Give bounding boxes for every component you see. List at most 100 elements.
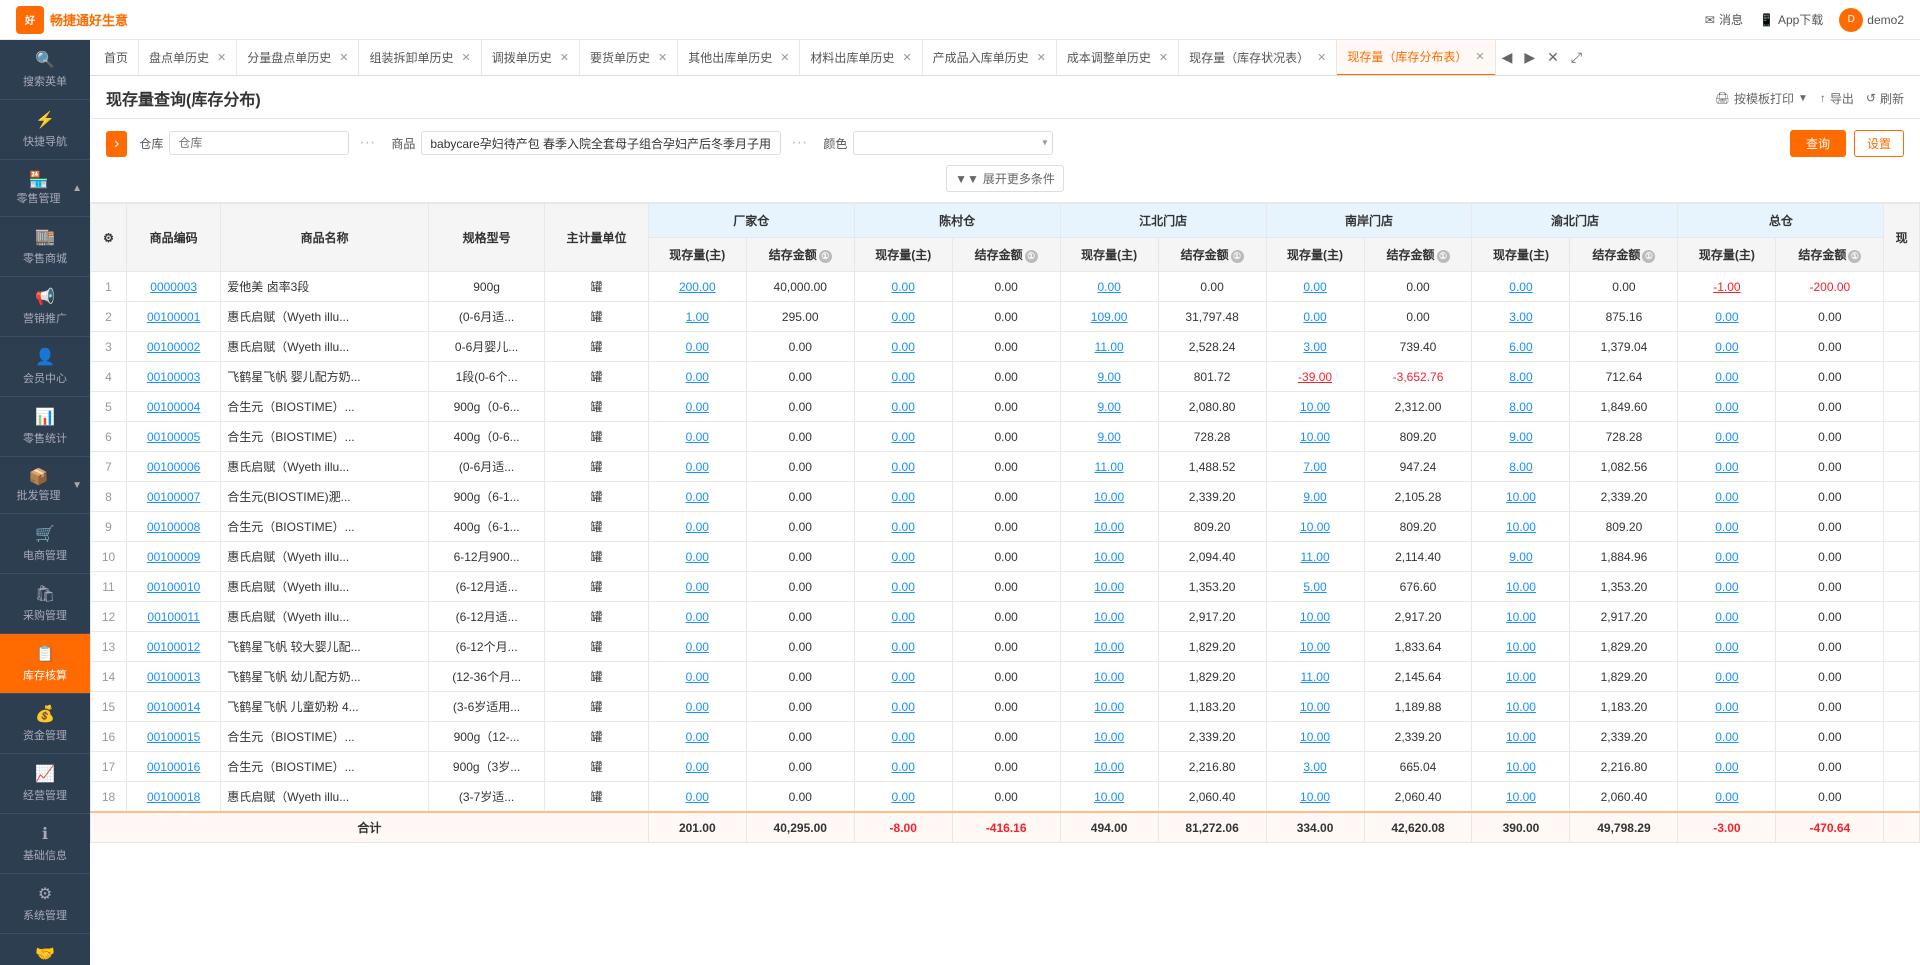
- row-total-qty-4[interactable]: 0.00: [1678, 392, 1776, 422]
- tab-transfer[interactable]: 调拨单历史 ✕: [482, 40, 580, 76]
- row-code-0[interactable]: 0000003: [127, 272, 221, 302]
- row-chenshi-qty-17[interactable]: 0.00: [854, 782, 952, 813]
- row-code-17[interactable]: 00100018: [127, 782, 221, 813]
- row-jiangbei-qty-15[interactable]: 10.00: [1060, 722, 1158, 752]
- row-jiangbei-qty-4[interactable]: 9.00: [1060, 392, 1158, 422]
- row-factory-qty-0[interactable]: 200.00: [648, 272, 746, 302]
- row-chenshi-qty-6[interactable]: 0.00: [854, 452, 952, 482]
- row-yubeimen-qty-8[interactable]: 10.00: [1472, 512, 1570, 542]
- row-nanan-qty-15[interactable]: 10.00: [1266, 722, 1364, 752]
- row-code-16[interactable]: 00100016: [127, 752, 221, 782]
- row-nanan-qty-12[interactable]: 10.00: [1266, 632, 1364, 662]
- sidebar-item-business[interactable]: 📈 经营管理: [0, 754, 90, 814]
- row-total-qty-9[interactable]: 0.00: [1678, 542, 1776, 572]
- tab-nav-close-all[interactable]: ✕: [1541, 49, 1565, 66]
- row-yubeimen-qty-5[interactable]: 9.00: [1472, 422, 1570, 452]
- row-factory-qty-11[interactable]: 0.00: [648, 602, 746, 632]
- tab-other-out-close[interactable]: ✕: [780, 51, 789, 64]
- tab-cost-adjust[interactable]: 成本调整单历史 ✕: [1057, 40, 1179, 76]
- row-factory-qty-2[interactable]: 0.00: [648, 332, 746, 362]
- table-wrap[interactable]: ⚙ 商品编码 商品名称 规格型号 主计量单位 厂家仓 陈村仓 江北门店 南岸门店…: [90, 203, 1920, 965]
- jiangbei-amt-info[interactable]: ①: [1231, 250, 1244, 263]
- row-nanan-qty-17[interactable]: 10.00: [1266, 782, 1364, 813]
- row-total-qty-2[interactable]: 0.00: [1678, 332, 1776, 362]
- row-total-qty-0[interactable]: -1.00: [1678, 272, 1776, 302]
- row-factory-qty-5[interactable]: 0.00: [648, 422, 746, 452]
- chenshi-amt-info[interactable]: ①: [1025, 250, 1038, 263]
- row-chenshi-qty-8[interactable]: 0.00: [854, 512, 952, 542]
- tab-material-out-close[interactable]: ✕: [902, 51, 911, 64]
- row-chenshi-qty-9[interactable]: 0.00: [854, 542, 952, 572]
- tab-assemble-close[interactable]: ✕: [462, 51, 471, 64]
- tab-dist-stocktake[interactable]: 分量盘点单历史 ✕: [237, 40, 359, 76]
- row-total-qty-14[interactable]: 0.00: [1678, 692, 1776, 722]
- tab-requisition[interactable]: 要货单历史 ✕: [580, 40, 678, 76]
- row-jiangbei-qty-9[interactable]: 10.00: [1060, 542, 1158, 572]
- row-yubeimen-qty-10[interactable]: 10.00: [1472, 572, 1570, 602]
- warehouse-input[interactable]: [169, 131, 349, 155]
- tab-stock-dist-close[interactable]: ✕: [1475, 50, 1484, 63]
- messages-btn[interactable]: ✉ 消息: [1705, 11, 1743, 28]
- row-chenshi-qty-7[interactable]: 0.00: [854, 482, 952, 512]
- tab-transfer-close[interactable]: ✕: [560, 51, 569, 64]
- sidebar-item-wholesale[interactable]: 📦 批发管理 ▼: [0, 457, 90, 514]
- tab-product-in-close[interactable]: ✕: [1037, 51, 1046, 64]
- row-nanan-qty-16[interactable]: 3.00: [1266, 752, 1364, 782]
- sidebar-item-finance[interactable]: 💰 资金管理: [0, 694, 90, 754]
- refresh-btn[interactable]: ↺ 刷新: [1866, 90, 1904, 107]
- row-chenshi-qty-15[interactable]: 0.00: [854, 722, 952, 752]
- row-jiangbei-qty-16[interactable]: 10.00: [1060, 752, 1158, 782]
- row-jiangbei-qty-12[interactable]: 10.00: [1060, 632, 1158, 662]
- row-total-qty-15[interactable]: 0.00: [1678, 722, 1776, 752]
- row-factory-qty-12[interactable]: 0.00: [648, 632, 746, 662]
- query-btn[interactable]: 查询: [1790, 130, 1846, 157]
- tab-stock-dist[interactable]: 现存量（库存分布表） ✕: [1337, 40, 1495, 76]
- row-yubeimen-qty-15[interactable]: 10.00: [1472, 722, 1570, 752]
- tab-stock-status[interactable]: 现存量（库存状况表） ✕: [1179, 40, 1337, 76]
- row-jiangbei-qty-17[interactable]: 10.00: [1060, 782, 1158, 813]
- row-chenshi-qty-3[interactable]: 0.00: [854, 362, 952, 392]
- row-total-qty-17[interactable]: 0.00: [1678, 782, 1776, 813]
- row-factory-qty-3[interactable]: 0.00: [648, 362, 746, 392]
- row-total-qty-12[interactable]: 0.00: [1678, 632, 1776, 662]
- row-factory-qty-1[interactable]: 1.00: [648, 302, 746, 332]
- sidebar-item-marketing[interactable]: 📢 营销推广: [0, 277, 90, 337]
- row-nanan-qty-5[interactable]: 10.00: [1266, 422, 1364, 452]
- row-nanan-qty-1[interactable]: 0.00: [1266, 302, 1364, 332]
- row-code-15[interactable]: 00100015: [127, 722, 221, 752]
- row-nanan-qty-10[interactable]: 5.00: [1266, 572, 1364, 602]
- row-chenshi-qty-11[interactable]: 0.00: [854, 602, 952, 632]
- print-btn[interactable]: 🖨 按模板打印 ▼: [1715, 90, 1808, 107]
- row-yubeimen-qty-13[interactable]: 10.00: [1472, 662, 1570, 692]
- expand-conditions-btn[interactable]: ▼▼ 展开更多条件: [946, 165, 1064, 192]
- tab-requisition-close[interactable]: ✕: [658, 51, 667, 64]
- row-jiangbei-qty-5[interactable]: 9.00: [1060, 422, 1158, 452]
- row-jiangbei-qty-14[interactable]: 10.00: [1060, 692, 1158, 722]
- tab-material-out[interactable]: 材料出库单历史 ✕: [800, 40, 922, 76]
- tab-stock-status-close[interactable]: ✕: [1317, 51, 1326, 64]
- product-input[interactable]: [421, 131, 781, 155]
- row-total-qty-13[interactable]: 0.00: [1678, 662, 1776, 692]
- row-yubeimen-qty-12[interactable]: 10.00: [1472, 632, 1570, 662]
- warehouse-dots-btn[interactable]: ···: [355, 134, 379, 152]
- row-code-4[interactable]: 00100004: [127, 392, 221, 422]
- row-code-5[interactable]: 00100005: [127, 422, 221, 452]
- row-code-12[interactable]: 00100012: [127, 632, 221, 662]
- row-factory-qty-6[interactable]: 0.00: [648, 452, 746, 482]
- row-nanan-qty-4[interactable]: 10.00: [1266, 392, 1364, 422]
- row-total-qty-16[interactable]: 0.00: [1678, 752, 1776, 782]
- row-total-qty-7[interactable]: 0.00: [1678, 482, 1776, 512]
- row-jiangbei-qty-2[interactable]: 11.00: [1060, 332, 1158, 362]
- row-nanan-qty-7[interactable]: 9.00: [1266, 482, 1364, 512]
- tab-nav-next[interactable]: ▶: [1518, 49, 1541, 66]
- row-code-3[interactable]: 00100003: [127, 362, 221, 392]
- tab-home[interactable]: 首页: [94, 40, 139, 75]
- row-nanan-qty-9[interactable]: 11.00: [1266, 542, 1364, 572]
- row-code-9[interactable]: 00100009: [127, 542, 221, 572]
- tab-dist-stocktake-close[interactable]: ✕: [339, 51, 348, 64]
- row-jiangbei-qty-7[interactable]: 10.00: [1060, 482, 1158, 512]
- row-factory-qty-9[interactable]: 0.00: [648, 542, 746, 572]
- app-download-btn[interactable]: 📱 App下载: [1759, 11, 1823, 28]
- row-yubeimen-qty-11[interactable]: 10.00: [1472, 602, 1570, 632]
- sidebar-item-retail-store[interactable]: 🏬 零售商城: [0, 217, 90, 277]
